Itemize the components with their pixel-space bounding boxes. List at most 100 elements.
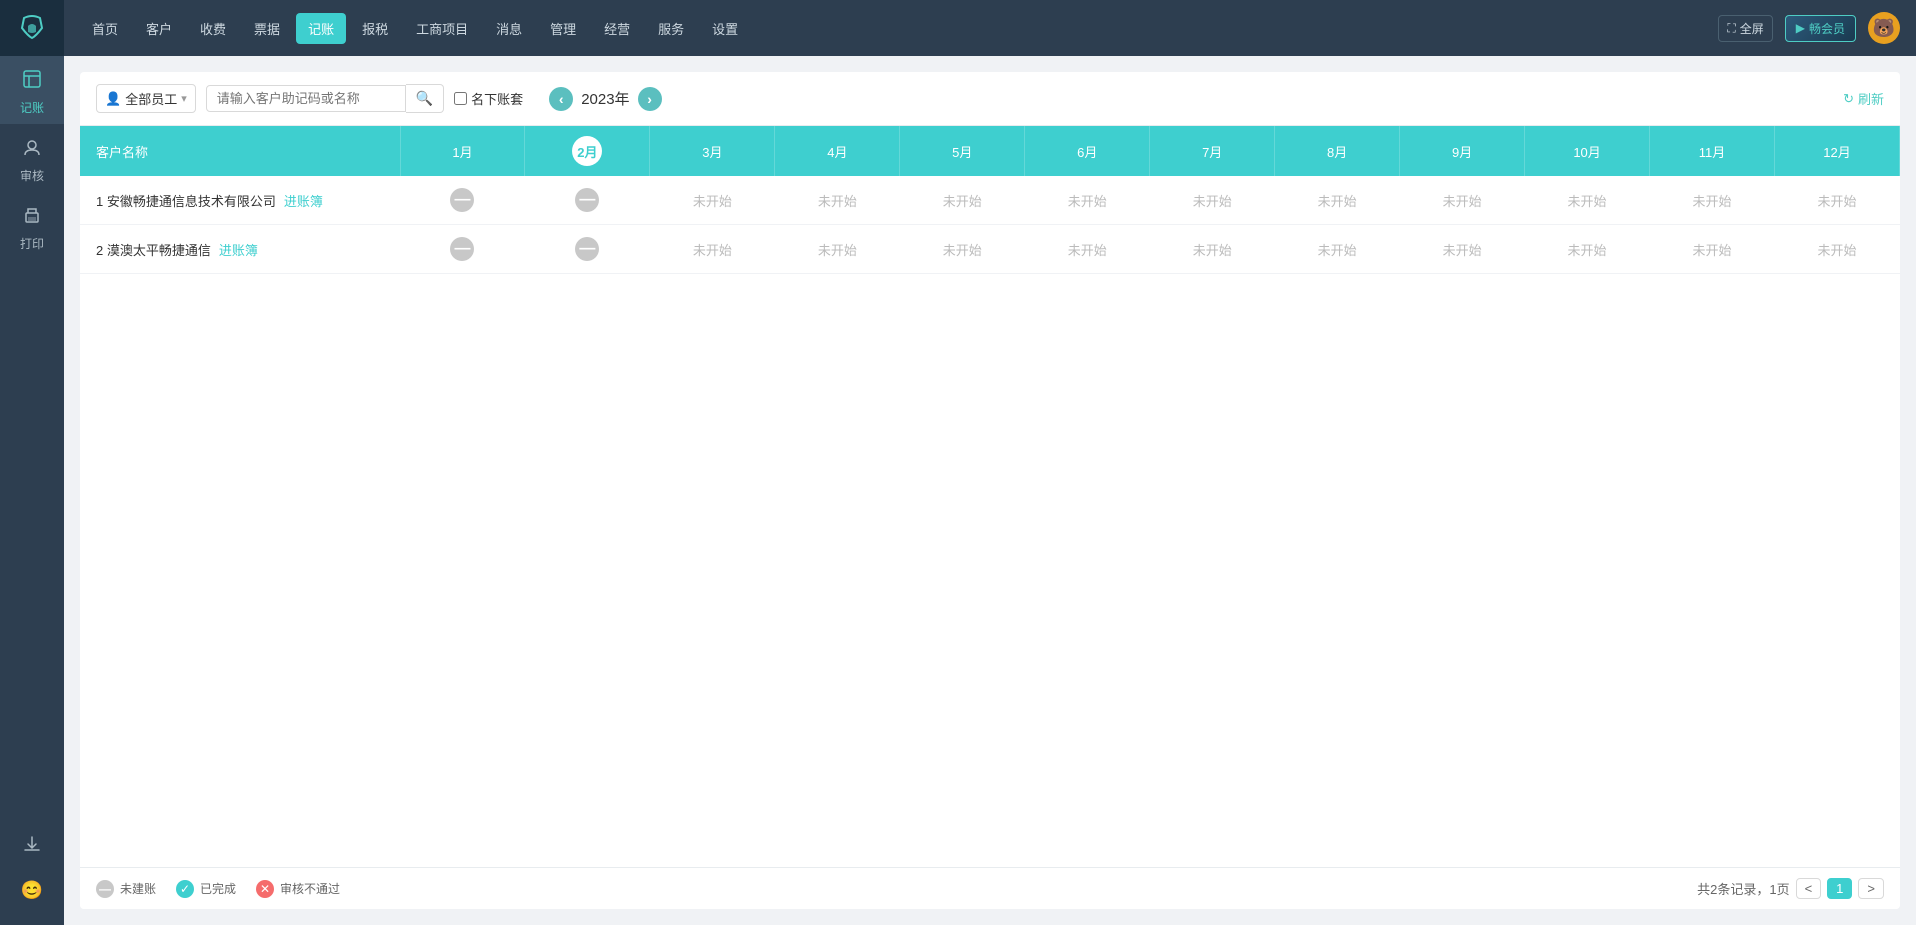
- main-wrapper: 首页 客户 收费 票据 记账 报税 工商项目 消息 管理 经营 服务 设置 ⛶ …: [64, 0, 1916, 925]
- month-cell-12: 未开始: [1774, 225, 1899, 274]
- month-cell-11: 未开始: [1650, 176, 1775, 225]
- nav-invoice[interactable]: 票据: [242, 13, 292, 44]
- client-index: 2 漠澳太平畅捷通信: [96, 243, 211, 258]
- enter-ledger-link[interactable]: 进账簿: [219, 243, 258, 258]
- nav-manage[interactable]: 管理: [538, 13, 588, 44]
- app-logo: [0, 0, 64, 56]
- chevron-down-icon: ▾: [181, 92, 187, 105]
- main-panel: 👤 全部员工 ▾ 🔍 名下账套 ‹ 2023年 ›: [80, 72, 1900, 909]
- vip-button[interactable]: ▶ 畅会员: [1785, 15, 1856, 42]
- status-not-started: 未开始: [1068, 194, 1107, 209]
- nav-settings[interactable]: 设置: [700, 13, 750, 44]
- col-sep: 9月: [1400, 126, 1525, 176]
- month-cell-8: 未开始: [1275, 176, 1400, 225]
- table-header-row: 客户名称 1月 2月 3月 4月 5月 6月 7月 8月 9月 10月 11月: [80, 126, 1900, 176]
- nav-charge[interactable]: 收费: [188, 13, 238, 44]
- month-cell-5: 未开始: [900, 176, 1025, 225]
- help-icon: 😊: [21, 880, 43, 901]
- status-not-started: 未开始: [693, 243, 732, 258]
- year-navigation: ‹ 2023年 ›: [549, 87, 661, 111]
- fullscreen-icon: ⛶: [1727, 21, 1735, 36]
- status-not-started: 未开始: [1693, 194, 1732, 209]
- col-feb: 2月: [525, 126, 650, 176]
- toolbar: 👤 全部员工 ▾ 🔍 名下账套 ‹ 2023年 ›: [80, 72, 1900, 126]
- col-dec: 12月: [1774, 126, 1899, 176]
- status-not-started: 未开始: [1443, 194, 1482, 209]
- nav-client[interactable]: 客户: [134, 13, 184, 44]
- col-apr: 4月: [775, 126, 900, 176]
- employee-icon: 👤: [105, 91, 121, 107]
- checkbox-label[interactable]: 名下账套: [454, 89, 523, 108]
- month-cell-11: 未开始: [1650, 225, 1775, 274]
- month-cell-1: —: [400, 176, 525, 225]
- month-cell-8: 未开始: [1275, 225, 1400, 274]
- user-avatar[interactable]: 🐻: [1868, 12, 1900, 44]
- search-area: 🔍: [206, 84, 444, 113]
- sidebar-item-print-label: 打印: [20, 235, 44, 252]
- month-cell-6: 未开始: [1025, 176, 1150, 225]
- current-page-button[interactable]: 1: [1827, 878, 1852, 899]
- rejected-icon: ✕: [256, 880, 274, 898]
- status-not-started: 未开始: [1568, 194, 1607, 209]
- status-not-started: 未开始: [1318, 243, 1357, 258]
- sidebar-item-accounting-label: 记账: [20, 99, 44, 116]
- table-footer: — 未建账 ✓ 已完成 ✕ 审核不通过 共2条记录，1页 < 1 >: [80, 867, 1900, 909]
- next-page-button[interactable]: >: [1858, 878, 1884, 899]
- sidebar-item-download[interactable]: [0, 821, 64, 868]
- nav-operation[interactable]: 经营: [592, 13, 642, 44]
- status-not-started: 未开始: [1817, 194, 1856, 209]
- status-not-started: 未开始: [1068, 243, 1107, 258]
- nav-message[interactable]: 消息: [484, 13, 534, 44]
- month-cell-3: 未开始: [650, 225, 775, 274]
- enter-ledger-link[interactable]: 进账簿: [284, 194, 323, 209]
- employee-select[interactable]: 👤 全部员工 ▾: [96, 84, 196, 113]
- status-not-created: —: [450, 188, 474, 212]
- not-created-icon: —: [96, 880, 114, 898]
- month-cell-7: 未开始: [1150, 176, 1275, 225]
- topnav-right: ⛶ 全屏 ▶ 畅会员 🐻: [1718, 12, 1900, 44]
- nav-tax[interactable]: 报税: [350, 13, 400, 44]
- month-cell-9: 未开始: [1400, 176, 1525, 225]
- accounts-table: 客户名称 1月 2月 3月 4月 5月 6月 7月 8月 9月 10月 11月: [80, 126, 1900, 274]
- status-not-started: 未开始: [818, 194, 857, 209]
- accounting-icon: [21, 68, 43, 95]
- nav-home[interactable]: 首页: [80, 13, 130, 44]
- fullscreen-button[interactable]: ⛶ 全屏: [1718, 15, 1772, 42]
- search-input[interactable]: [206, 85, 406, 112]
- col-may: 5月: [900, 126, 1025, 176]
- status-not-started: 未开始: [943, 243, 982, 258]
- sidebar-item-audit[interactable]: 审核: [0, 124, 64, 192]
- prev-year-button[interactable]: ‹: [549, 87, 573, 111]
- print-icon: [21, 204, 43, 231]
- sidebar-item-print[interactable]: 打印: [0, 192, 64, 260]
- status-not-started: 未开始: [1568, 243, 1607, 258]
- col-nov: 11月: [1650, 126, 1775, 176]
- refresh-button[interactable]: ↻ 刷新: [1843, 89, 1884, 108]
- month-cell-9: 未开始: [1400, 225, 1525, 274]
- col-oct: 10月: [1525, 126, 1650, 176]
- month-cell-4: 未开始: [775, 225, 900, 274]
- search-button[interactable]: 🔍: [406, 84, 444, 113]
- col-jun: 6月: [1025, 126, 1150, 176]
- month-cell-7: 未开始: [1150, 225, 1275, 274]
- status-not-started: 未开始: [1817, 243, 1856, 258]
- my-accounts-checkbox[interactable]: [454, 92, 467, 105]
- month-cell-3: 未开始: [650, 176, 775, 225]
- total-info: 共2条记录，1页: [1697, 879, 1789, 898]
- content-area: 👤 全部员工 ▾ 🔍 名下账套 ‹ 2023年 ›: [64, 56, 1916, 925]
- nav-business[interactable]: 工商项目: [404, 13, 480, 44]
- col-jan: 1月: [400, 126, 525, 176]
- col-mar: 3月: [650, 126, 775, 176]
- col-aug: 8月: [1275, 126, 1400, 176]
- sidebar-item-accounting[interactable]: 记账: [0, 56, 64, 124]
- refresh-icon: ↻: [1843, 91, 1854, 107]
- prev-page-button[interactable]: <: [1796, 878, 1822, 899]
- col-jul: 7月: [1150, 126, 1275, 176]
- sidebar-bottom: 😊: [0, 821, 64, 925]
- month-cell-10: 未开始: [1525, 225, 1650, 274]
- sidebar: 记账 审核 打印: [0, 0, 64, 925]
- sidebar-item-help[interactable]: 😊: [0, 868, 64, 909]
- nav-service[interactable]: 服务: [646, 13, 696, 44]
- next-year-button[interactable]: ›: [638, 87, 662, 111]
- nav-accounting[interactable]: 记账: [296, 13, 346, 44]
